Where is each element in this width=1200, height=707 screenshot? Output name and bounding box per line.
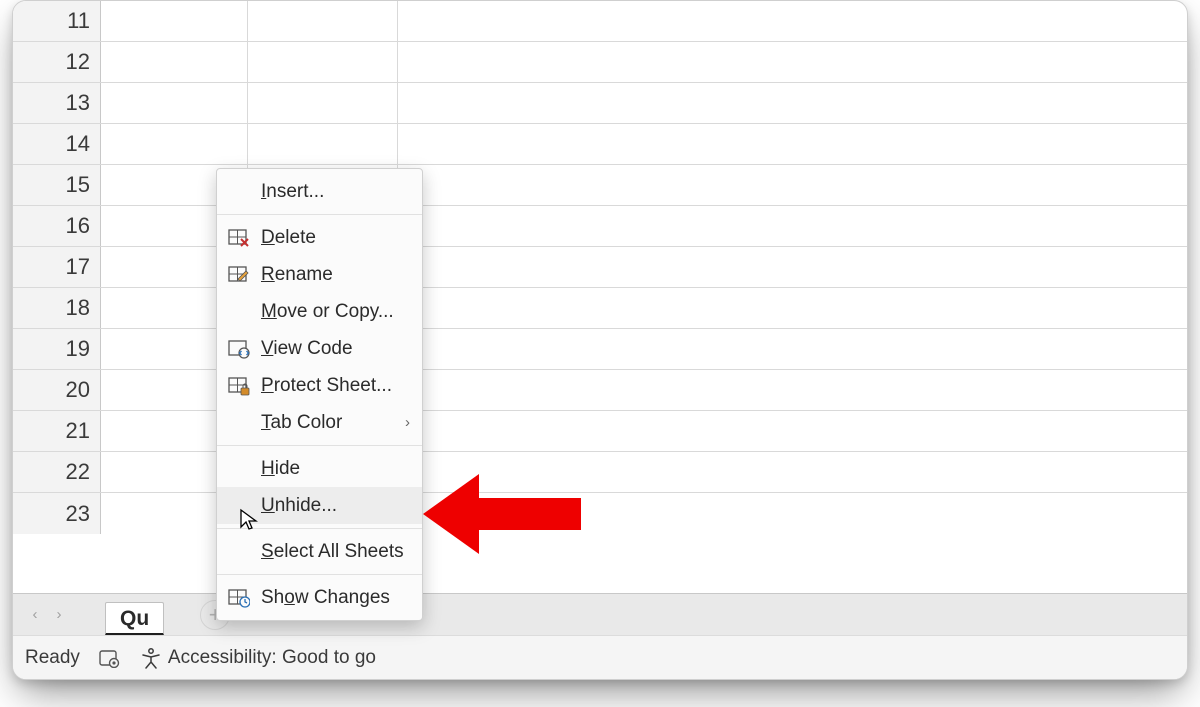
sheet-tab-label: Qu (120, 607, 149, 631)
menu-label: Tab Color (261, 412, 405, 434)
menu-view-code[interactable]: View Code (217, 330, 422, 367)
menu-insert[interactable]: Insert... (217, 173, 422, 210)
status-bar: Ready Accessibility: Good to go (13, 635, 1187, 679)
sheet-nav: ‹ › (25, 594, 69, 635)
menu-separator (217, 528, 422, 529)
row-header[interactable]: 19 (13, 329, 101, 369)
macro-record-icon[interactable] (98, 646, 122, 670)
sheet-nav-prev[interactable]: ‹ (25, 606, 45, 623)
row-header[interactable]: 14 (13, 124, 101, 164)
row-header[interactable]: 12 (13, 42, 101, 82)
blank-icon (225, 457, 253, 481)
blank-icon (225, 411, 253, 435)
menu-label: Select All Sheets (261, 541, 410, 563)
menu-protect-sheet[interactable]: Protect Sheet... (217, 367, 422, 404)
accessibility-label: Accessibility: Good to go (168, 647, 376, 669)
chevron-right-icon: › (405, 414, 410, 431)
code-icon (225, 337, 253, 361)
menu-tab-color[interactable]: Tab Color› (217, 404, 422, 441)
menu-unhide[interactable]: Unhide... (217, 487, 422, 524)
menu-delete[interactable]: Delete (217, 219, 422, 256)
menu-hide[interactable]: Hide (217, 450, 422, 487)
sheet-nav-next[interactable]: › (49, 606, 69, 623)
app-window: 11121314151617181920212223 ‹ › Qu + Read… (12, 0, 1188, 680)
grid-lock-icon (225, 374, 253, 398)
menu-separator (217, 574, 422, 575)
menu-show-changes[interactable]: Show Changes (217, 579, 422, 616)
menu-rename[interactable]: Rename (217, 256, 422, 293)
grid-clock-icon (225, 586, 253, 610)
row-cells[interactable] (101, 1, 1187, 41)
grid-x-icon (225, 226, 253, 250)
sheet-context-menu: Insert... Delete Rename Move or Copy... View… (216, 168, 423, 621)
row-cells[interactable] (101, 83, 1187, 123)
grid-pencil-icon (225, 263, 253, 287)
grid-row[interactable]: 16 (13, 206, 1187, 247)
row-header[interactable]: 20 (13, 370, 101, 410)
menu-label: Show Changes (261, 587, 410, 609)
row-header[interactable]: 21 (13, 411, 101, 451)
grid-row[interactable]: 19 (13, 329, 1187, 370)
blank-icon (225, 540, 253, 564)
row-header[interactable]: 23 (13, 493, 101, 534)
grid-row[interactable]: 15 (13, 165, 1187, 206)
menu-label: Hide (261, 458, 410, 480)
menu-separator (217, 445, 422, 446)
menu-move-copy[interactable]: Move or Copy... (217, 293, 422, 330)
grid-row[interactable]: 11 (13, 1, 1187, 42)
menu-select-all[interactable]: Select All Sheets (217, 533, 422, 570)
grid-row[interactable]: 18 (13, 288, 1187, 329)
sheet-tab-strip: ‹ › Qu + (13, 593, 1187, 635)
grid-row[interactable]: 22 (13, 452, 1187, 493)
status-state: Ready (25, 647, 80, 669)
menu-label: Move or Copy... (261, 301, 410, 323)
menu-label: Delete (261, 227, 410, 249)
row-cells[interactable] (101, 42, 1187, 82)
grid-row[interactable]: 17 (13, 247, 1187, 288)
menu-label: View Code (261, 338, 410, 360)
menu-label: Protect Sheet... (261, 375, 410, 397)
blank-icon (225, 494, 253, 518)
menu-label: Insert... (261, 181, 410, 203)
row-header[interactable]: 16 (13, 206, 101, 246)
row-cells[interactable] (101, 124, 1187, 164)
row-header[interactable]: 17 (13, 247, 101, 287)
blank-icon (225, 180, 253, 204)
spreadsheet-grid[interactable]: 11121314151617181920212223 (13, 1, 1187, 679)
grid-row[interactable]: 14 (13, 124, 1187, 165)
row-header[interactable]: 13 (13, 83, 101, 123)
row-header[interactable]: 22 (13, 452, 101, 492)
menu-label: Unhide... (261, 495, 410, 517)
sheet-tab-active[interactable]: Qu (105, 602, 164, 635)
menu-separator (217, 214, 422, 215)
row-header[interactable]: 11 (13, 1, 101, 41)
row-header[interactable]: 15 (13, 165, 101, 205)
row-header[interactable]: 18 (13, 288, 101, 328)
menu-label: Rename (261, 264, 410, 286)
blank-icon (225, 300, 253, 324)
grid-row[interactable]: 12 (13, 42, 1187, 83)
accessibility-status[interactable]: Accessibility: Good to go (140, 647, 376, 669)
grid-row[interactable]: 20 (13, 370, 1187, 411)
grid-row[interactable]: 23 (13, 493, 1187, 534)
accessibility-icon (140, 647, 162, 669)
grid-row[interactable]: 13 (13, 83, 1187, 124)
grid-row[interactable]: 21 (13, 411, 1187, 452)
